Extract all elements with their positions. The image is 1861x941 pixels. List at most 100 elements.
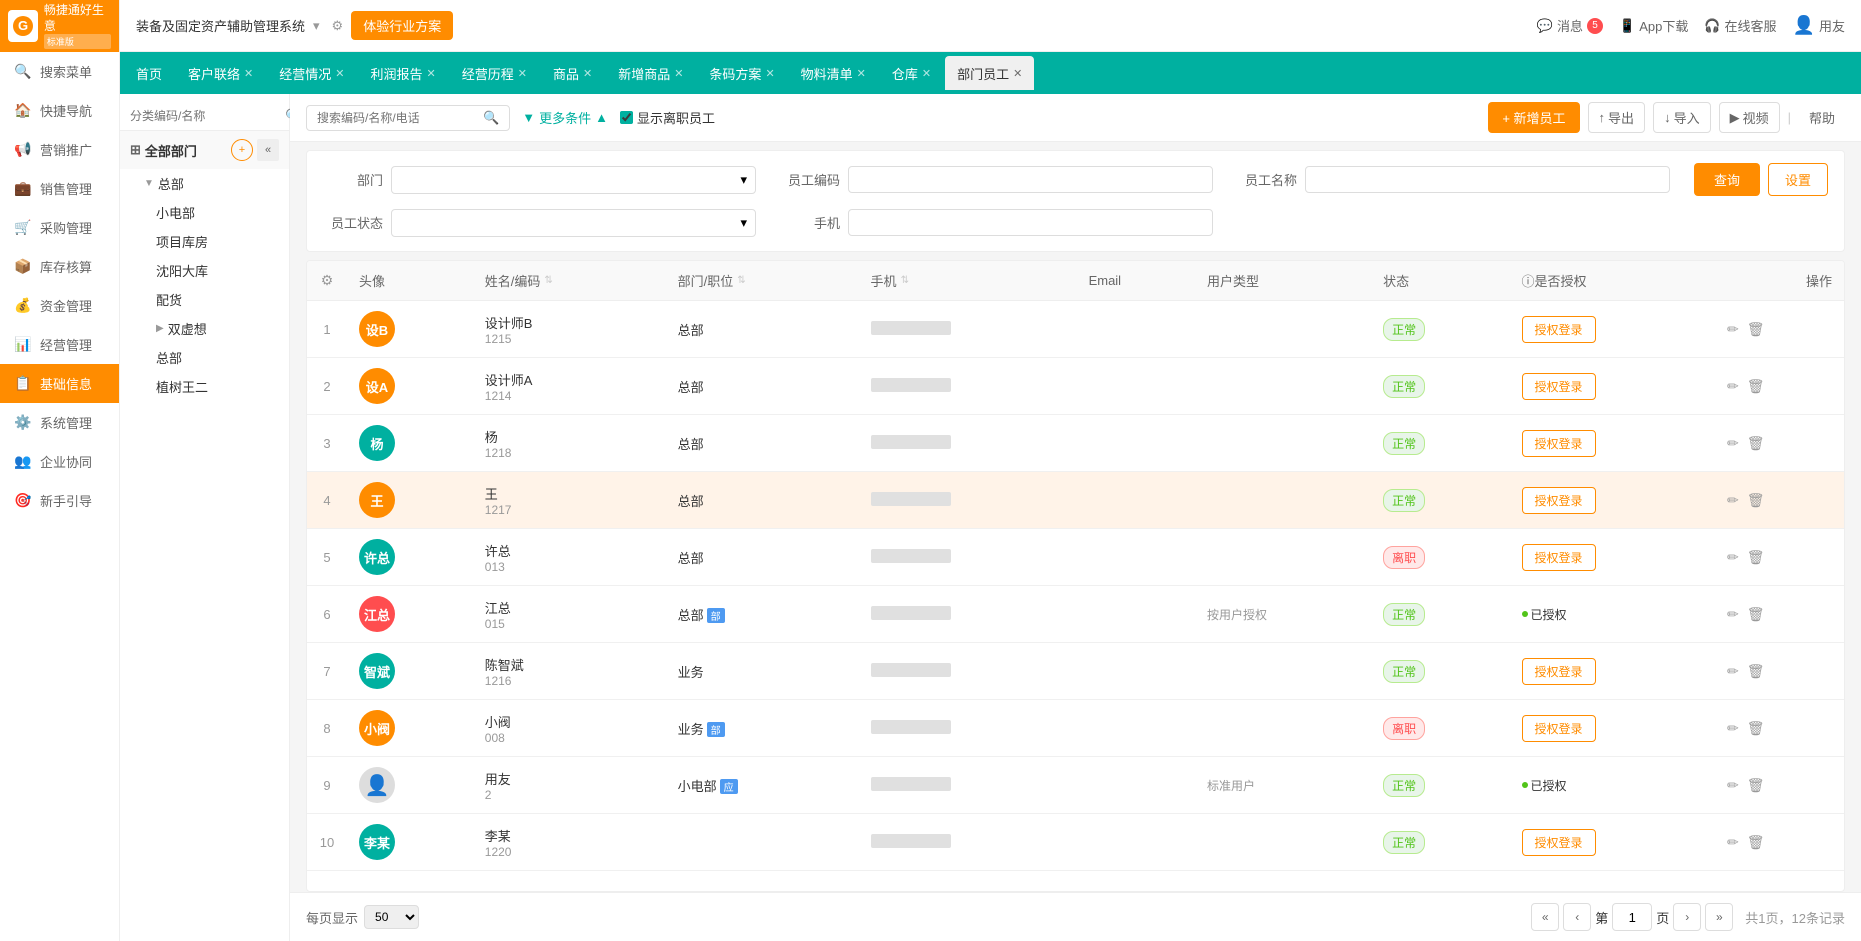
settings-icon[interactable]: ⚙	[321, 272, 334, 288]
last-page-btn[interactable]: »	[1705, 903, 1733, 931]
gear-icon[interactable]: ⚙	[332, 18, 344, 34]
online-service-action[interactable]: 🎧 在线客服	[1704, 16, 1776, 35]
add-employee-btn[interactable]: + 新增员工	[1488, 102, 1579, 133]
import-btn[interactable]: ↓ 导入	[1653, 102, 1711, 133]
tab-goods[interactable]: 商品 ✕	[541, 56, 604, 90]
tab-close-icon[interactable]: ✕	[857, 67, 866, 80]
app-download-action[interactable]: 📱 App下载	[1619, 16, 1688, 35]
sort-name-icon[interactable]: ⇅	[544, 275, 552, 286]
emp-code-input[interactable]	[848, 166, 1213, 193]
experience-btn[interactable]: 体验行业方案	[351, 11, 453, 40]
dept-select[interactable]: ▾	[391, 166, 756, 194]
sort-phone-icon[interactable]: ⇅	[901, 275, 909, 286]
delete-icon[interactable]: 🗑	[1747, 378, 1765, 395]
auth-login-btn[interactable]: 授权登录	[1522, 715, 1596, 742]
first-page-btn[interactable]: «	[1531, 903, 1559, 931]
tree-item-project-room[interactable]: 项目库房	[120, 227, 289, 256]
tab-close-icon[interactable]: ✕	[583, 67, 592, 80]
auth-login-btn[interactable]: 授权登录	[1522, 430, 1596, 457]
auth-login-btn[interactable]: 授权登录	[1522, 829, 1596, 856]
set-btn[interactable]: 设置	[1768, 163, 1828, 196]
delete-icon[interactable]: 🗑	[1747, 549, 1765, 566]
col-phone[interactable]: 手机 ⇅	[859, 261, 1077, 301]
auth-login-btn[interactable]: 授权登录	[1522, 487, 1596, 514]
sidebar-item-sales[interactable]: 💼 销售管理	[0, 169, 119, 208]
tree-item-zhishu[interactable]: 植树王二	[120, 372, 289, 401]
tree-item-shuangxu[interactable]: ▶ 双虚想	[120, 314, 289, 343]
tree-item-small-elec[interactable]: 小电部	[120, 198, 289, 227]
tab-close-icon[interactable]: ✕	[518, 67, 527, 80]
sort-dept-icon[interactable]: ⇅	[737, 275, 745, 286]
sidebar-item-operation[interactable]: 📊 经营管理	[0, 325, 119, 364]
auth-login-btn[interactable]: 授权登录	[1522, 658, 1596, 685]
delete-icon[interactable]: 🗑	[1747, 834, 1765, 851]
tab-add-goods[interactable]: 新增商品 ✕	[606, 56, 695, 90]
edit-icon[interactable]: ✏	[1727, 720, 1739, 737]
tab-bom[interactable]: 物料清单 ✕	[789, 56, 878, 90]
export-btn[interactable]: ↑ 导出	[1588, 102, 1646, 133]
tree-item-distribution[interactable]: 配货	[120, 285, 289, 314]
tab-warehouse[interactable]: 仓库 ✕	[880, 56, 943, 90]
sidebar-item-purchase[interactable]: 🛒 采购管理	[0, 208, 119, 247]
page-size-select[interactable]: 50 100	[364, 905, 419, 929]
tab-customer[interactable]: 客户联络 ✕	[176, 56, 265, 90]
sidebar-item-quicknav[interactable]: 🏠 快捷导航	[0, 91, 119, 130]
dept-search-input[interactable]	[130, 109, 285, 123]
search-input[interactable]	[317, 111, 477, 125]
col-name[interactable]: 姓名/编码 ⇅	[473, 261, 666, 301]
edit-icon[interactable]: ✏	[1727, 378, 1739, 395]
collapse-btn[interactable]: «	[257, 139, 279, 161]
sidebar-item-search[interactable]: 🔍 搜索菜单	[0, 52, 119, 91]
sidebar-item-inventory[interactable]: 📦 库存核算	[0, 247, 119, 286]
sidebar-item-marketing[interactable]: 📢 营销推广	[0, 130, 119, 169]
delete-icon[interactable]: 🗑	[1747, 606, 1765, 623]
tab-operation-status[interactable]: 经营情况 ✕	[267, 56, 356, 90]
page-number-input[interactable]	[1612, 903, 1652, 931]
tab-close-icon[interactable]: ✕	[427, 67, 436, 80]
emp-name-input[interactable]	[1305, 166, 1670, 193]
tab-profit[interactable]: 利润报告 ✕	[358, 56, 447, 90]
delete-icon[interactable]: 🗑	[1747, 663, 1765, 680]
delete-icon[interactable]: 🗑	[1747, 321, 1765, 338]
tab-close-icon[interactable]: ✕	[674, 67, 683, 80]
delete-icon[interactable]: 🗑	[1747, 777, 1765, 794]
tree-item-general[interactable]: 总部	[120, 343, 289, 372]
emp-status-select[interactable]: ▾	[391, 209, 756, 237]
edit-icon[interactable]: ✏	[1727, 549, 1739, 566]
tab-home[interactable]: 首页	[124, 56, 174, 90]
tab-close-icon[interactable]: ✕	[1013, 67, 1022, 80]
message-action[interactable]: 💬 消息 5	[1537, 16, 1603, 35]
delete-icon[interactable]: 🗑	[1747, 720, 1765, 737]
col-dept[interactable]: 部门/职位 ⇅	[666, 261, 859, 301]
auth-login-btn[interactable]: 授权登录	[1522, 373, 1596, 400]
prev-page-btn[interactable]: ‹	[1563, 903, 1591, 931]
tab-close-icon[interactable]: ✕	[922, 67, 931, 80]
query-btn[interactable]: 查询	[1694, 163, 1760, 196]
help-btn[interactable]: 帮助	[1799, 103, 1845, 132]
sidebar-item-collab[interactable]: 👥 企业协同	[0, 442, 119, 481]
tree-item-general-dept[interactable]: ▼ 总部	[120, 169, 289, 198]
next-page-btn[interactable]: ›	[1673, 903, 1701, 931]
tab-history[interactable]: 经营历程 ✕	[450, 56, 539, 90]
sidebar-item-guide[interactable]: 🎯 新手引导	[0, 481, 119, 520]
tab-barcode[interactable]: 条码方案 ✕	[697, 56, 786, 90]
show-resigned-checkbox[interactable]: 显示离职员工	[620, 108, 715, 127]
tab-close-icon[interactable]: ✕	[765, 67, 774, 80]
video-btn[interactable]: ▶ 视频	[1719, 102, 1780, 133]
add-dept-btn[interactable]: +	[231, 139, 253, 161]
sidebar-item-basic-info[interactable]: 📋 基础信息	[0, 364, 119, 403]
tree-item-shenyang[interactable]: 沈阳大库	[120, 256, 289, 285]
tab-close-icon[interactable]: ✕	[335, 67, 344, 80]
phone-input[interactable]	[848, 209, 1213, 236]
tab-close-icon[interactable]: ✕	[244, 67, 253, 80]
sidebar-item-finance[interactable]: 💰 资金管理	[0, 286, 119, 325]
edit-icon[interactable]: ✏	[1727, 321, 1739, 338]
delete-icon[interactable]: 🗑	[1747, 492, 1765, 509]
tab-dept-employee[interactable]: 部门员工 ✕	[945, 56, 1034, 90]
auth-login-btn[interactable]: 授权登录	[1522, 544, 1596, 571]
edit-icon[interactable]: ✏	[1727, 492, 1739, 509]
edit-icon[interactable]: ✏	[1727, 663, 1739, 680]
edit-icon[interactable]: ✏	[1727, 834, 1739, 851]
delete-icon[interactable]: 🗑	[1747, 435, 1765, 452]
more-filter-btn[interactable]: ▼ 更多条件 ▲	[522, 108, 608, 127]
